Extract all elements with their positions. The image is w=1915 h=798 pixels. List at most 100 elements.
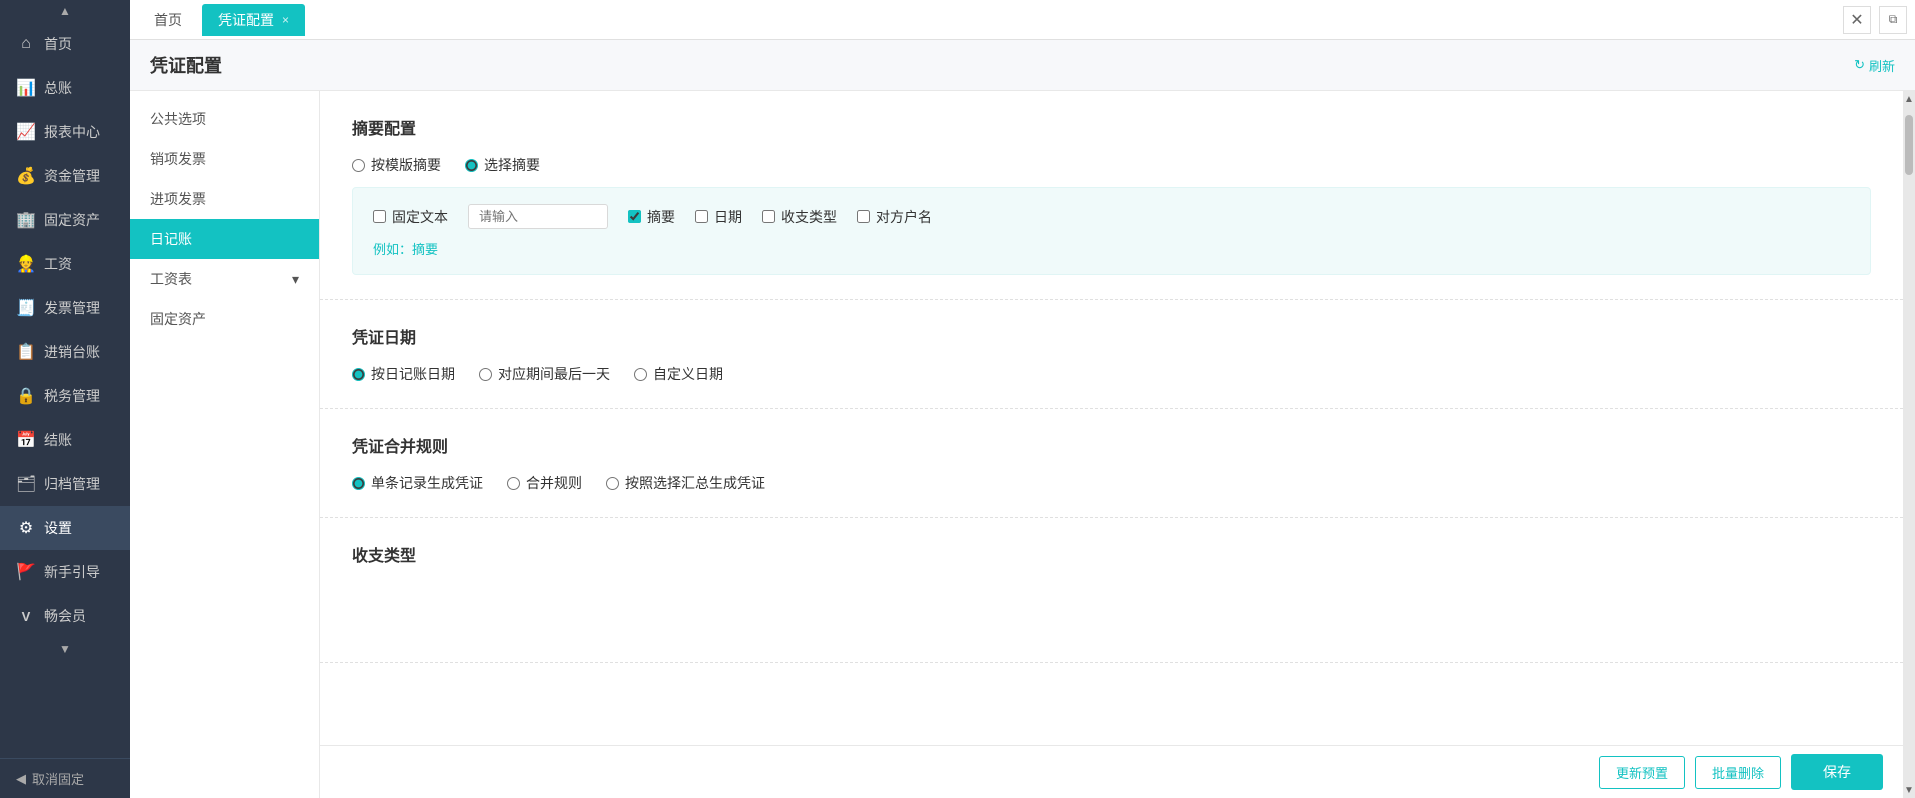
checkbox-income-expense-input[interactable] — [762, 210, 775, 223]
checkbox-config-panel: 固定文本 摘要 日期 — [352, 187, 1871, 275]
sidebar-item-funds[interactable]: 💰 资金管理 — [0, 154, 130, 198]
sidebar-item-funds-label: 资金管理 — [44, 166, 100, 186]
body-layout: 公共选项 销项发票 进项发票 日记账 工资表 ▾ 固定资产 — [130, 91, 1915, 798]
checkbox-abstract-input[interactable] — [628, 210, 641, 223]
sidebar-item-ledger[interactable]: 📊 总账 — [0, 66, 130, 110]
example-text: 例如：摘要 — [373, 239, 1850, 258]
sidebar-item-tax[interactable]: 🔒 税务管理 — [0, 374, 130, 418]
left-nav-sales-invoice[interactable]: 销项发票 — [130, 139, 319, 179]
radio-template-mode-input[interactable] — [352, 159, 365, 172]
checkbox-date-input[interactable] — [695, 210, 708, 223]
tax-icon: 🔒 — [16, 386, 36, 406]
left-nav-fixed-assets[interactable]: 固定资产 — [130, 299, 319, 339]
radio-template-mode[interactable]: 按模版摘要 — [352, 155, 441, 175]
checkbox-fixed-text[interactable]: 固定文本 — [373, 207, 448, 227]
tab-home-label: 首页 — [154, 10, 182, 30]
sidebar-item-archive-label: 归档管理 — [44, 474, 100, 494]
sidebar-item-invoice-mgmt[interactable]: 🧾 发票管理 — [0, 286, 130, 330]
radio-merge-rules[interactable]: 合并规则 — [507, 473, 582, 493]
archive-icon: 🗂 — [16, 474, 36, 494]
radio-custom-date[interactable]: 自定义日期 — [634, 364, 723, 384]
assets-icon: 🏢 — [16, 210, 36, 230]
left-nav-journal[interactable]: 日记账 — [130, 219, 319, 259]
sidebar-item-assets[interactable]: 🏢 固定资产 — [0, 198, 130, 242]
sidebar-item-archive[interactable]: 🗂 归档管理 — [0, 462, 130, 506]
checkbox-counterparty-input[interactable] — [857, 210, 870, 223]
sidebar-item-salary[interactable]: 👷 工资 — [0, 242, 130, 286]
sidebar-cancel-fixed[interactable]: ◀ 取消固定 — [0, 758, 130, 798]
sidebar-scroll-up[interactable]: ▲ — [0, 0, 130, 22]
invoice-mgmt-icon: 🧾 — [16, 298, 36, 318]
checkbox-income-expense-type[interactable]: 收支类型 — [762, 207, 837, 227]
fixed-text-input[interactable] — [468, 204, 608, 229]
update-preset-button[interactable]: 更新预置 — [1599, 756, 1685, 789]
sidebar-item-vip[interactable]: V 畅会员 — [0, 594, 130, 638]
radio-last-day-input[interactable] — [479, 368, 492, 381]
scroll-up-arrow[interactable]: ▲ — [1903, 91, 1915, 107]
sidebar-item-home-label: 首页 — [44, 34, 72, 54]
sidebar-item-purchase-sale-label: 进销台账 — [44, 342, 100, 362]
right-content: 摘要配置 按模版摘要 选择摘要 — [320, 91, 1903, 798]
radio-journal-date-input[interactable] — [352, 368, 365, 381]
save-button[interactable]: 保存 — [1791, 754, 1883, 790]
scroll-track: ▲ ▼ — [1903, 91, 1915, 798]
merge-rules-radio-group: 单条记录生成凭证 合并规则 按照选择汇总生成凭证 — [352, 473, 1871, 493]
purchase-sale-icon: 📋 — [16, 342, 36, 362]
sidebar-item-guide[interactable]: 🚩 新手引导 — [0, 550, 130, 594]
section-income-expense: 收支类型 — [320, 518, 1903, 663]
radio-by-selection-input[interactable] — [606, 477, 619, 490]
sidebar-item-close[interactable]: 📅 结账 — [0, 418, 130, 462]
chevron-down-icon: ▾ — [292, 271, 299, 288]
radio-single-record[interactable]: 单条记录生成凭证 — [352, 473, 483, 493]
tab-restore-btn[interactable]: ⧉ — [1879, 6, 1907, 34]
refresh-label: 刷新 — [1869, 56, 1895, 75]
left-nav-purchase-invoice[interactable]: 进项发票 — [130, 179, 319, 219]
checkbox-date[interactable]: 日期 — [695, 207, 742, 227]
sidebar-item-reports[interactable]: 📈 报表中心 — [0, 110, 130, 154]
scroll-down-arrow[interactable]: ▼ — [1903, 782, 1915, 798]
left-nav-payroll[interactable]: 工资表 ▾ — [130, 259, 319, 299]
voucher-date-radio-group: 按日记账日期 对应期间最后一天 自定义日期 — [352, 364, 1871, 384]
bottom-bar: 更新预置 批量删除 保存 — [320, 745, 1903, 798]
scroll-thumb[interactable] — [1905, 115, 1913, 175]
radio-last-day[interactable]: 对应期间最后一天 — [479, 364, 610, 384]
batch-delete-button[interactable]: 批量删除 — [1695, 756, 1781, 789]
radio-by-selection[interactable]: 按照选择汇总生成凭证 — [606, 473, 765, 493]
tab-voucher-config[interactable]: 凭证配置 × — [202, 4, 305, 36]
funds-icon: 💰 — [16, 166, 36, 186]
sidebar-item-purchase-sale[interactable]: 📋 进销台账 — [0, 330, 130, 374]
radio-custom-date-input[interactable] — [634, 368, 647, 381]
section-merge-title: 凭证合并规则 — [352, 433, 1871, 457]
radio-select-mode[interactable]: 选择摘要 — [465, 155, 540, 175]
sidebar: ▲ ⌂ 首页 📊 总账 📈 报表中心 💰 资金管理 🏢 固定资产 👷 工资 🧾 … — [0, 0, 130, 798]
sidebar-item-reports-label: 报表中心 — [44, 122, 100, 142]
tab-close-icon[interactable]: × — [282, 13, 289, 27]
checkbox-fixed-text-input[interactable] — [373, 210, 386, 223]
sidebar-item-settings-label: 设置 — [44, 518, 72, 538]
sidebar-item-settings[interactable]: ⚙ 设置 — [0, 506, 130, 550]
refresh-button[interactable]: ↻ 刷新 — [1854, 56, 1895, 75]
radio-select-mode-input[interactable] — [465, 159, 478, 172]
sidebar-item-assets-label: 固定资产 — [44, 210, 100, 230]
left-nav-public[interactable]: 公共选项 — [130, 99, 319, 139]
settings-icon: ⚙ — [16, 518, 36, 538]
sidebar-scroll-down[interactable]: ▼ — [0, 638, 130, 660]
pin-icon: ◀ — [16, 771, 26, 787]
tab-close-window-btn[interactable]: ✕ — [1843, 6, 1871, 34]
page-title: 凭证配置 — [150, 52, 222, 78]
checkbox-abstract[interactable]: 摘要 — [628, 207, 675, 227]
sidebar-item-home[interactable]: ⌂ 首页 — [0, 22, 130, 66]
content-wrap: 凭证配置 ↻ 刷新 公共选项 销项发票 进项发票 日记账 — [130, 40, 1915, 798]
checkbox-counterparty-name[interactable]: 对方户名 — [857, 207, 932, 227]
tab-bar: 首页 凭证配置 × ✕ ⧉ — [130, 0, 1915, 40]
section-voucher-date-title: 凭证日期 — [352, 324, 1871, 348]
radio-by-journal-date[interactable]: 按日记账日期 — [352, 364, 455, 384]
radio-single-record-input[interactable] — [352, 477, 365, 490]
sidebar-item-salary-label: 工资 — [44, 254, 72, 274]
section-summary-title: 摘要配置 — [352, 115, 1871, 139]
section-merge-rules: 凭证合并规则 单条记录生成凭证 合并规则 按照选择汇总生成凭证 — [320, 409, 1903, 518]
tab-home[interactable]: 首页 — [138, 4, 198, 36]
sidebar-item-guide-label: 新手引导 — [44, 562, 100, 582]
page-header: 凭证配置 ↻ 刷新 — [130, 40, 1915, 91]
radio-merge-rules-input[interactable] — [507, 477, 520, 490]
